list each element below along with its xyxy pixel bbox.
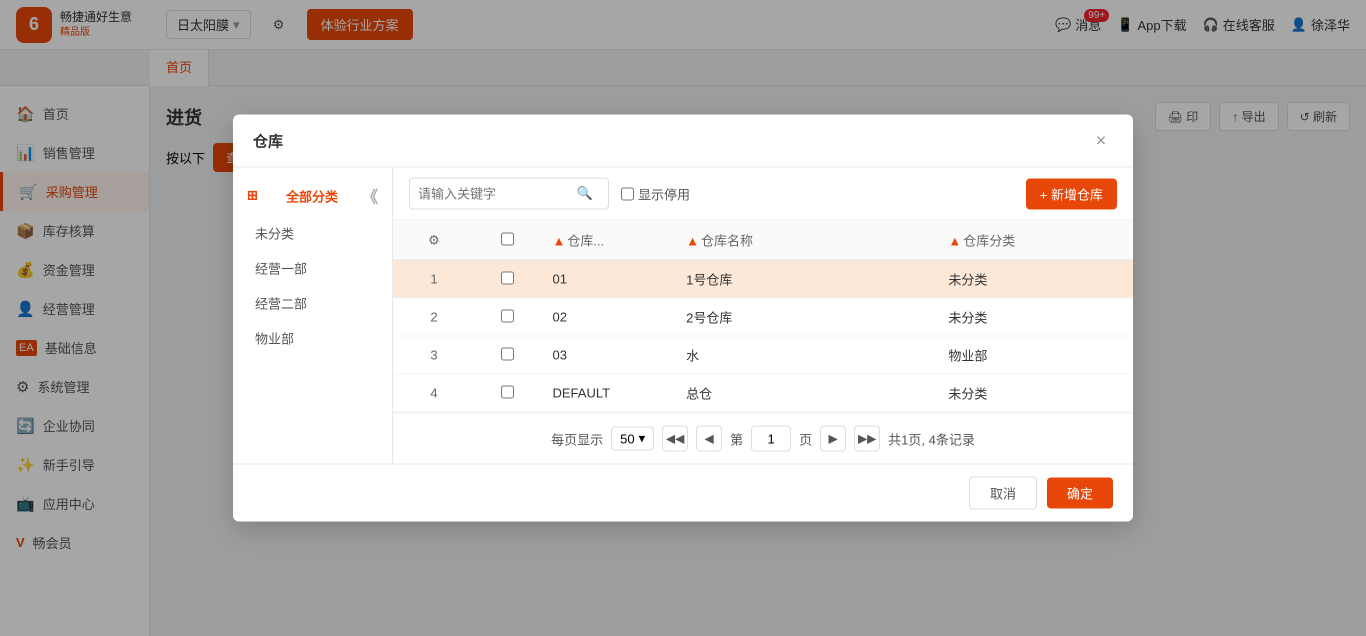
page-total-label: 共1页, 4条记录: [888, 429, 975, 448]
row-cat: 未分类: [936, 260, 1133, 298]
category-panel: ⊞ 全部分类 《 未分类 经营一部 经营二部 物业部: [233, 168, 393, 464]
col-header-check: [475, 221, 541, 261]
category-item-unclassified[interactable]: 未分类: [233, 216, 392, 251]
table-row[interactable]: 4 DEFAULT 总仓 未分类: [393, 374, 1133, 412]
category-item-ops2[interactable]: 经营二部: [233, 286, 392, 321]
cancel-button[interactable]: 取消: [969, 477, 1037, 510]
row-num: 4: [393, 374, 475, 412]
sort-up-icon-3: ▲: [948, 234, 961, 249]
row-sort: 01: [540, 260, 674, 298]
row-cat: 未分类: [936, 298, 1133, 336]
show-disabled-checkbox[interactable]: [621, 187, 634, 200]
per-page-label: 每页显示: [551, 429, 603, 448]
row-name: 2号仓库: [674, 298, 936, 336]
row-num: 2: [393, 298, 475, 336]
row-check[interactable]: [475, 336, 541, 374]
search-button[interactable]: 🔍: [570, 179, 600, 209]
col-header-settings: ⚙: [393, 221, 475, 261]
page-suffix-label: 页: [799, 429, 812, 448]
row-sort: 02: [540, 298, 674, 336]
add-warehouse-button[interactable]: + 新增仓库: [1026, 178, 1117, 209]
next-page-button[interactable]: ▶: [820, 426, 846, 452]
per-page-select[interactable]: 50 ▾: [611, 427, 654, 451]
row-sort: DEFAULT: [540, 374, 674, 412]
row-cat: 物业部: [936, 336, 1133, 374]
page-prefix-label: 第: [730, 429, 743, 448]
modal-header: 仓库 ×: [233, 115, 1133, 168]
collapse-icon[interactable]: 《: [362, 184, 378, 208]
sort-up-icon: ▲: [552, 234, 565, 249]
category-item-property[interactable]: 物业部: [233, 321, 392, 356]
table-header-row: ⚙ ▲仓库... ▲仓库名称: [393, 221, 1133, 261]
select-all-checkbox[interactable]: [501, 232, 514, 245]
chevron-down-icon: ▾: [639, 431, 646, 447]
table-row[interactable]: 1 01 1号仓库 未分类: [393, 260, 1133, 298]
col-header-category[interactable]: ▲仓库分类: [936, 221, 1133, 261]
row-sort: 03: [540, 336, 674, 374]
row-num: 3: [393, 336, 475, 374]
table-row[interactable]: 3 03 水 物业部: [393, 336, 1133, 374]
table-row[interactable]: 2 02 2号仓库 未分类: [393, 298, 1133, 336]
row-check[interactable]: [475, 260, 541, 298]
last-page-button[interactable]: ▶▶: [854, 426, 880, 452]
search-input[interactable]: [410, 181, 570, 206]
prev-page-button[interactable]: ◀: [696, 426, 722, 452]
table-panel: 🔍 显示停用 + 新增仓库 ⚙: [393, 168, 1133, 464]
table-toolbar: 🔍 显示停用 + 新增仓库: [393, 168, 1133, 221]
category-item-ops1[interactable]: 经营一部: [233, 251, 392, 286]
modal-body: ⊞ 全部分类 《 未分类 经营一部 经营二部 物业部 🔍 显: [233, 168, 1133, 464]
search-box: 🔍: [409, 178, 609, 210]
show-disabled-label[interactable]: 显示停用: [621, 184, 690, 203]
row-name: 1号仓库: [674, 260, 936, 298]
row-name: 水: [674, 336, 936, 374]
grid-icon: ⊞: [247, 188, 258, 204]
row-cat: 未分类: [936, 374, 1133, 412]
row-name: 总仓: [674, 374, 936, 412]
warehouse-table: ⚙ ▲仓库... ▲仓库名称: [393, 221, 1133, 413]
modal-footer: 取消 确定: [233, 464, 1133, 522]
settings-icon: ⚙: [428, 232, 440, 247]
page-number-input[interactable]: [751, 426, 791, 452]
confirm-button[interactable]: 确定: [1047, 478, 1113, 509]
row-check[interactable]: [475, 374, 541, 412]
warehouse-modal: 仓库 × ⊞ 全部分类 《 未分类 经营一部 经营二部 物业部 🔍: [233, 115, 1133, 522]
col-header-name[interactable]: ▲仓库名称: [674, 221, 936, 261]
row-check[interactable]: [475, 298, 541, 336]
first-page-button[interactable]: ◀◀: [662, 426, 688, 452]
modal-close-button[interactable]: ×: [1089, 129, 1113, 153]
category-all-header[interactable]: ⊞ 全部分类 《: [233, 176, 392, 216]
col-header-sort[interactable]: ▲仓库...: [540, 221, 674, 261]
pagination: 每页显示 50 ▾ ◀◀ ◀ 第 页 ▶ ▶▶ 共1页, 4条记录: [393, 413, 1133, 464]
sort-up-icon-2: ▲: [686, 234, 699, 249]
row-num: 1: [393, 260, 475, 298]
modal-title: 仓库: [253, 130, 283, 151]
